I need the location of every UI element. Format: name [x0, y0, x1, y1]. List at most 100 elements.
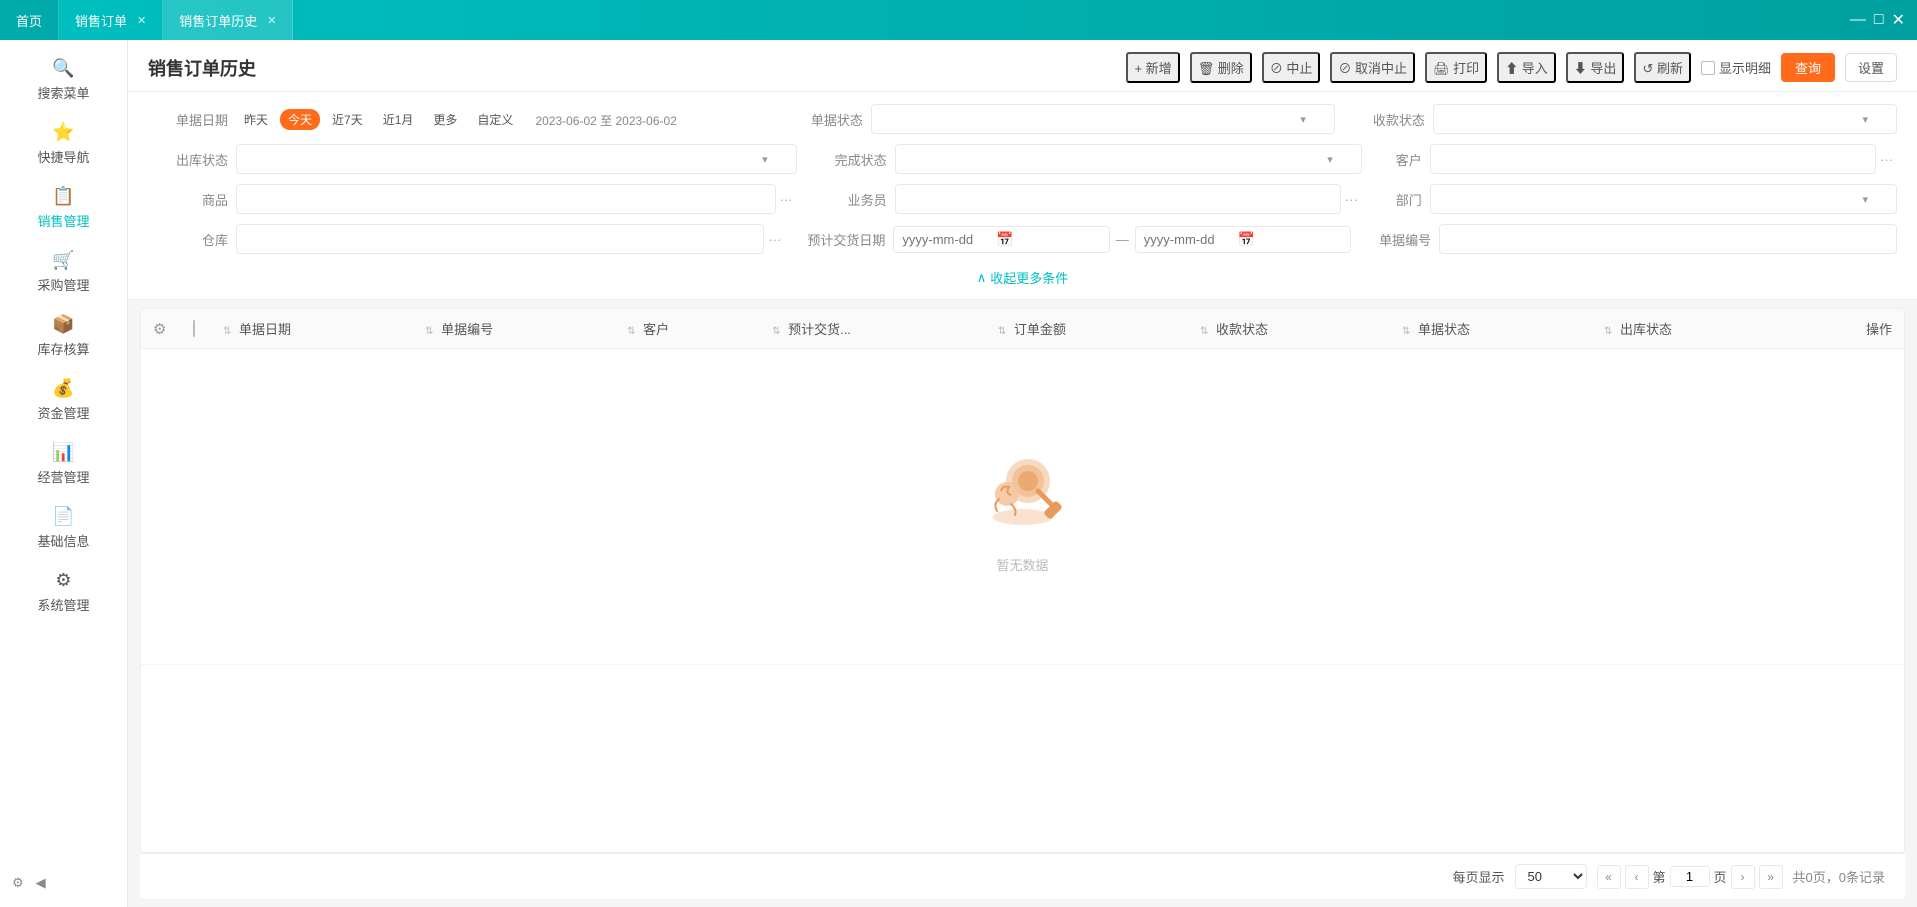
tab-sales-order-close[interactable]: ✕ [137, 14, 146, 27]
top-bar: 首页 销售订单 ✕ 销售订单历史 ✕ — □ ✕ [0, 0, 1917, 40]
collection-sort-icon[interactable]: ⇅ [1200, 326, 1208, 337]
tab-home[interactable]: 首页 [0, 0, 59, 40]
department-select[interactable]: ▾ [1430, 184, 1897, 214]
complete-status-select[interactable]: ▾ [895, 144, 1362, 174]
collapse-icon: ∧ [977, 270, 987, 286]
sidebar-settings-icon[interactable]: ⚙ [12, 875, 24, 891]
import-btn[interactable]: ⬆ 导入 [1497, 52, 1556, 83]
sidebar-item-ops-label: 经营管理 [37, 467, 89, 486]
doc-status-sort-icon[interactable]: ⇅ [1402, 326, 1410, 337]
sidebar-item-purchase-mgmt[interactable]: 🛒 采购管理 [0, 240, 127, 304]
warehouse-status-select[interactable]: ▾ [236, 144, 797, 174]
sidebar-item-quick-label: 快捷导航 [37, 147, 89, 166]
no-sort-icon[interactable]: ⇅ [425, 326, 433, 337]
sidebar-item-capital-label: 资金管理 [37, 403, 89, 422]
customer-sort-icon[interactable]: ⇅ [627, 326, 635, 337]
shortcut-1month[interactable]: 近1月 [375, 109, 422, 130]
tab-sales-history-close[interactable]: ✕ [267, 14, 276, 27]
empty-state-cell: 暂无数据 [141, 349, 1904, 665]
salesperson-ellipsis[interactable]: ··· [1341, 192, 1362, 207]
date-label: 单据日期 [148, 110, 228, 129]
display-toggle-label: 显示明细 [1719, 58, 1771, 77]
per-page-select[interactable]: 10 20 50 100 [1515, 864, 1587, 889]
print-btn[interactable]: 🖨 打印 [1425, 52, 1487, 83]
th-collection: ⇅ 收款状态 [1188, 309, 1390, 349]
sidebar-item-basic-label: 基础信息 [37, 531, 89, 550]
table-settings-icon[interactable]: ⚙ [153, 321, 166, 338]
shortcut-more[interactable]: 更多 [425, 109, 465, 130]
date-sort-icon[interactable]: ⇅ [223, 326, 231, 337]
tab-sales-order[interactable]: 销售订单 ✕ [59, 0, 163, 40]
last-page-btn[interactable]: » [1759, 865, 1783, 889]
window-controls: — □ ✕ [1850, 10, 1917, 30]
data-table: ⚙ ⇅ 单据日期 ⇅ 单据编号 [141, 309, 1904, 665]
sys-mgmt-icon: ⚙ [55, 570, 71, 591]
delivery-date-start-wrapper: 📅 [893, 226, 1109, 253]
delivery-date-end[interactable] [1144, 232, 1234, 247]
th-doc-status-label: 单据状态 [1418, 322, 1470, 337]
sidebar-bottom: ⚙ ◀ [0, 867, 127, 899]
shortcut-custom[interactable]: 自定义 [469, 109, 521, 130]
delivery-date-end-icon[interactable]: 📅 [1238, 231, 1255, 248]
settings-btn[interactable]: 设置 [1845, 53, 1897, 82]
shortcut-7days[interactable]: 近7天 [324, 109, 371, 130]
sidebar: 🔍 搜索菜单 ⭐ 快捷导航 📋 销售管理 🛒 采购管理 📦 库存核算 💰 资金管… [0, 40, 128, 907]
sidebar-item-sys-mgmt[interactable]: ⚙ 系统管理 [0, 560, 127, 624]
purchase-mgmt-icon: 🛒 [52, 250, 74, 271]
warehouse-status-sort-icon[interactable]: ⇅ [1604, 326, 1612, 337]
search-menu-icon: 🔍 [52, 58, 74, 79]
shortcut-today[interactable]: 今天 [280, 109, 320, 130]
refresh-btn[interactable]: ↺ 刷新 [1634, 52, 1691, 83]
delete-btn[interactable]: 🗑 删除 [1190, 52, 1252, 83]
status-select[interactable]: ▾ [871, 104, 1335, 134]
sidebar-collapse-icon[interactable]: ◀ [36, 875, 46, 891]
display-toggle-checkbox[interactable] [1701, 61, 1715, 75]
filter-row-2: 出库状态 ▾ 完成状态 ▾ 客户 [148, 144, 1897, 174]
sidebar-item-capital[interactable]: 💰 资金管理 [0, 368, 127, 432]
query-btn[interactable]: 查询 [1781, 53, 1835, 82]
maximize-btn[interactable]: □ [1874, 11, 1884, 29]
tab-sales-history[interactable]: 销售订单历史 ✕ [163, 0, 293, 40]
delivery-date-start[interactable] [902, 232, 992, 247]
collapse-row[interactable]: ∧ 收起更多条件 [148, 264, 1897, 287]
voucher-no-input[interactable] [1439, 224, 1897, 254]
th-delivery: ⇅ 预计交货... [760, 309, 986, 349]
stop-btn[interactable]: ⊘ 中止 [1262, 52, 1321, 83]
collection-status-select[interactable]: ▾ [1433, 104, 1897, 134]
complete-status-label: 完成状态 [817, 150, 887, 169]
select-all-checkbox[interactable] [193, 320, 195, 337]
main-layout: 🔍 搜索菜单 ⭐ 快捷导航 📋 销售管理 🛒 采购管理 📦 库存核算 💰 资金管… [0, 40, 1917, 907]
shortcut-yesterday[interactable]: 昨天 [236, 109, 276, 130]
sidebar-item-basic-info[interactable]: 📄 基础信息 [0, 496, 127, 560]
goods-ellipsis[interactable]: ··· [776, 192, 797, 207]
first-page-btn[interactable]: « [1597, 865, 1621, 889]
sidebar-item-sales-mgmt[interactable]: 📋 销售管理 [0, 176, 127, 240]
goods-label: 商品 [148, 190, 228, 209]
th-doc-status: ⇅ 单据状态 [1390, 309, 1592, 349]
sidebar-item-quick-nav[interactable]: ⭐ 快捷导航 [0, 112, 127, 176]
page-nav: « ‹ 第 页 › » [1597, 865, 1783, 889]
sidebar-item-inventory[interactable]: 📦 库存核算 [0, 304, 127, 368]
delivery-sort-icon[interactable]: ⇅ [772, 326, 780, 337]
tab-sales-history-label: 销售订单历史 [179, 11, 257, 30]
delivery-date-start-icon[interactable]: 📅 [996, 231, 1013, 248]
prev-page-btn[interactable]: ‹ [1625, 865, 1649, 889]
sidebar-item-search-menu[interactable]: 🔍 搜索菜单 [0, 48, 127, 112]
amount-sort-icon[interactable]: ⇅ [998, 326, 1006, 337]
display-toggle[interactable]: 显示明细 [1701, 58, 1771, 77]
page-num-input[interactable] [1670, 866, 1710, 887]
tab-sales-order-label: 销售订单 [75, 11, 127, 30]
new-btn[interactable]: + 新增 [1126, 52, 1179, 83]
minimize-btn[interactable]: — [1850, 11, 1866, 29]
customer-ellipsis[interactable]: ··· [1876, 152, 1897, 167]
warehouse-ellipsis[interactable]: ··· [764, 232, 785, 247]
next-page-btn[interactable]: › [1731, 865, 1755, 889]
export-btn[interactable]: ⬇ 导出 [1566, 52, 1625, 83]
close-btn[interactable]: ✕ [1892, 10, 1905, 30]
th-customer: ⇅ 客户 [615, 309, 760, 349]
complete-status-chevron-icon: ▾ [1327, 153, 1333, 166]
sidebar-item-ops[interactable]: 📊 经营管理 [0, 432, 127, 496]
cancel-stop-btn[interactable]: ⊘ 取消中止 [1330, 52, 1415, 83]
per-page-label: 每页显示 [1452, 867, 1504, 886]
th-action: 操作 [1794, 309, 1904, 349]
